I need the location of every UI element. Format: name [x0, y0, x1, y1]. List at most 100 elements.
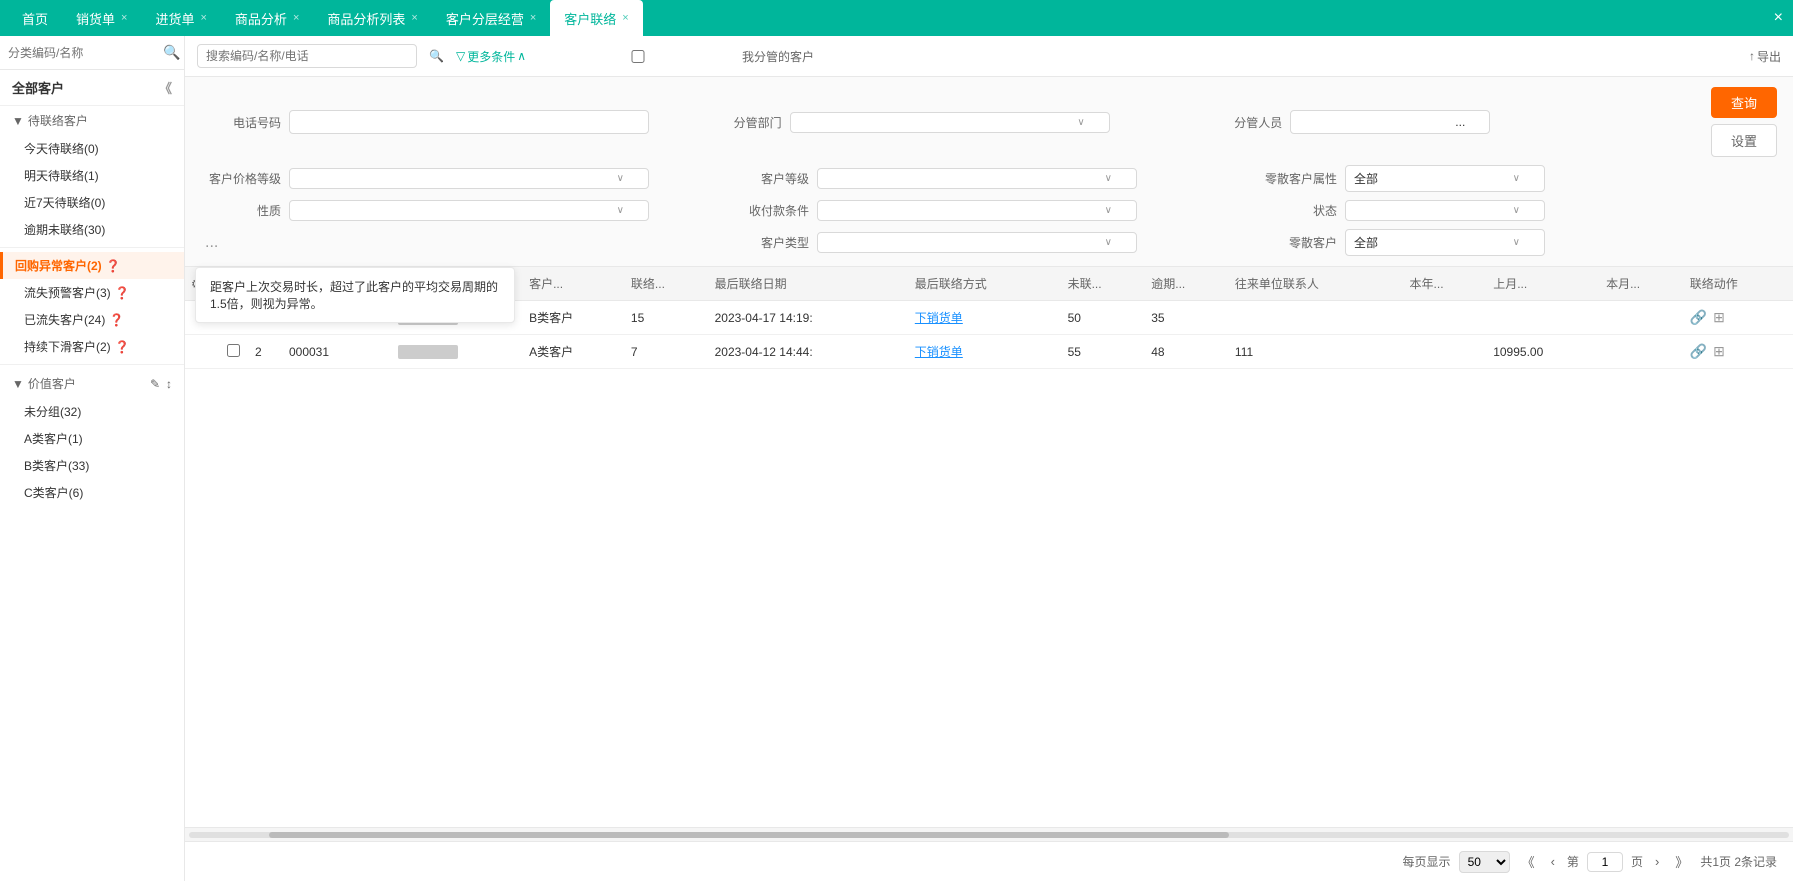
nav-sales-order[interactable]: 销货单 × [62, 0, 141, 36]
row2-grid-icon[interactable]: ⊞ [1713, 343, 1725, 360]
row2-actions: 🔗 ⊞ [1684, 335, 1793, 369]
page-number-input[interactable] [1587, 852, 1623, 872]
export-button[interactable]: ↑ 导出 [1749, 48, 1781, 65]
my-customer-checkbox[interactable] [538, 50, 738, 63]
gender-chevron: ∨ [617, 205, 624, 216]
status-select[interactable]: ∨ [1345, 200, 1545, 221]
sidebar-divider-2 [0, 364, 184, 365]
sidebar-item-class-c[interactable]: C类客户(6) [0, 479, 184, 506]
row1-this-year [1404, 301, 1488, 335]
export-icon: ↑ [1749, 49, 1755, 63]
sidebar-item-churn-warning[interactable]: 流失预警客户(3) ❓ [0, 279, 184, 306]
sidebar-item-class-b[interactable]: B类客户(33) [0, 452, 184, 479]
search-input[interactable] [197, 44, 417, 68]
nav-close-analysis[interactable]: × [293, 12, 299, 24]
per-page-label: 每页显示 [1403, 853, 1451, 870]
payment-select[interactable]: ∨ [817, 200, 1137, 221]
nav-close-contact[interactable]: × [622, 12, 628, 24]
gender-select[interactable]: ∨ [289, 200, 649, 221]
sidebar-item-tomorrow[interactable]: 明天待联络(1) [0, 162, 184, 189]
row2-link-icon[interactable]: 🔗 [1690, 343, 1707, 360]
more-filters-button[interactable]: ▽ 更多条件 ∧ [456, 48, 526, 65]
sidebar-item-today[interactable]: 今天待联络(0) [0, 135, 184, 162]
nav-close-layering[interactable]: × [530, 12, 536, 24]
col-header-this-year[interactable]: 本年... [1404, 267, 1488, 301]
customer-grade-chevron: ∨ [1105, 173, 1112, 184]
person-select[interactable]: ... [1290, 110, 1490, 134]
retail-attr-select[interactable]: 全部 ∨ [1345, 165, 1545, 192]
value-group-sort-icon[interactable]: ↕ [166, 377, 172, 391]
col-header-this-month[interactable]: 本月... [1600, 267, 1684, 301]
phone-input[interactable] [289, 110, 649, 134]
filter-search-icon[interactable]: 🔍 [429, 49, 444, 63]
prev-page-button[interactable]: ‹ [1547, 852, 1559, 871]
dept-select[interactable]: ∨ [790, 112, 1110, 133]
sidebar-group-value[interactable]: ▼ 价值客户 ✎ ↕ [0, 369, 184, 398]
sidebar-item-repurchase-anomaly[interactable]: 回购异常客户(2) ❓ [0, 252, 184, 279]
nav-purchase-order[interactable]: 进货单 × [141, 0, 220, 36]
settings-button[interactable]: 设置 [1711, 124, 1777, 157]
sidebar-group-pending[interactable]: ▼ 待联络客户 [0, 106, 184, 135]
retail-attr-label: 零散客户属性 [1257, 170, 1337, 187]
scroll-track[interactable] [189, 832, 1789, 838]
my-customer-checkbox-label[interactable]: 我分管的客户 [538, 48, 814, 65]
last-page-button[interactable]: 》 [1671, 850, 1692, 873]
sidebar-item-churned[interactable]: 已流失客户(24) ❓ [0, 306, 184, 333]
sidebar-search-icon[interactable]: 🔍 [163, 44, 180, 61]
sidebar-item-class-a[interactable]: A类客户(1) [0, 425, 184, 452]
window-close-button[interactable]: × [1774, 9, 1783, 27]
nav-customer-layering[interactable]: 客户分层经营 × [432, 0, 550, 36]
next-page-button[interactable]: › [1651, 852, 1663, 871]
row1-last-method[interactable]: 下销货单 [909, 301, 1062, 335]
customer-grade-select[interactable]: ∨ [817, 168, 1137, 189]
col-header-uncontacted[interactable]: 未联... [1062, 267, 1146, 301]
nav-customer-contact[interactable]: 客户联络 × [550, 0, 642, 36]
filter-row-4: ... 客户类型 ∨ 零散客户 全部 ∨ [201, 229, 1777, 256]
row2-checkbox[interactable] [217, 335, 249, 369]
col-header-last-method[interactable]: 最后联络方式 [909, 267, 1062, 301]
horizontal-scrollbar[interactable] [185, 827, 1793, 841]
nav-close-analysis-list[interactable]: × [411, 12, 417, 24]
nav-product-analysis-list[interactable]: 商品分析列表 × [313, 0, 431, 36]
sidebar-collapse-button[interactable]: 《 [159, 78, 172, 97]
customer-type-label: 客户类型 [729, 234, 809, 251]
row2-last-method[interactable]: 下销货单 [909, 335, 1062, 369]
row2-type: A类客户 [523, 335, 625, 369]
row2-select-checkbox[interactable] [227, 344, 240, 357]
col-header-last-month[interactable]: 上月... [1487, 267, 1600, 301]
sidebar-item-overdue[interactable]: 逾期未联络(30) [0, 216, 184, 243]
nav-close-sales[interactable]: × [121, 12, 127, 24]
row2-code[interactable]: 000031 [283, 335, 392, 369]
status-chevron: ∨ [1513, 205, 1520, 216]
nav-product-analysis[interactable]: 商品分析 × [221, 0, 313, 36]
more-filters-dots[interactable]: ... [205, 234, 218, 252]
filter-col-person: 分管人员 ... [1202, 110, 1695, 134]
query-button[interactable]: 查询 [1711, 87, 1777, 118]
sidebar-all-customers-header: 全部客户 《 [0, 70, 184, 106]
sidebar-item-7days[interactable]: 近7天待联络(0) [0, 189, 184, 216]
sidebar-item-declining[interactable]: 持续下滑客户(2) ❓ [0, 333, 184, 360]
col-header-contact[interactable]: 联络... [625, 267, 709, 301]
col-header-unit-contact[interactable]: 往来单位联系人 [1229, 267, 1404, 301]
price-grade-select[interactable]: ∨ [289, 168, 649, 189]
phone-label: 电话号码 [201, 114, 281, 131]
per-page-select[interactable]: 50 20 100 [1459, 851, 1510, 873]
sidebar-search-input[interactable] [8, 46, 163, 60]
filter-row-1: 电话号码 分管部门 ∨ 分管人员 ... 查询 设置 [201, 87, 1777, 157]
nav-home[interactable]: 首页 [8, 0, 62, 36]
value-group-edit-icon[interactable]: ✎ [150, 377, 160, 391]
col-header-type[interactable]: 客户... [523, 267, 625, 301]
sidebar-item-ungrouped[interactable]: 未分组(32) [0, 398, 184, 425]
sidebar: 🔍 全部客户 《 ▼ 待联络客户 今天待联络(0) 明天待联络(1) 近7天待联… [0, 36, 185, 881]
row1-link-icon[interactable]: 🔗 [1690, 309, 1707, 326]
tooltip-text: 距客户上次交易时长，超过了此客户的平均交易周期的1.5倍，则视为异常。 [210, 280, 498, 311]
nav-close-purchase[interactable]: × [200, 12, 206, 24]
scroll-thumb[interactable] [269, 832, 1229, 838]
col-header-overdue[interactable]: 逾期... [1145, 267, 1229, 301]
row1-grid-icon[interactable]: ⊞ [1713, 309, 1725, 326]
retail-select[interactable]: 全部 ∨ [1345, 229, 1545, 256]
first-page-button[interactable]: 《 [1518, 850, 1539, 873]
filter-col-customer-grade: 客户等级 ∨ [729, 168, 1249, 189]
col-header-last-date[interactable]: 最后联络日期 [709, 267, 909, 301]
customer-type-select[interactable]: ∨ [817, 232, 1137, 253]
